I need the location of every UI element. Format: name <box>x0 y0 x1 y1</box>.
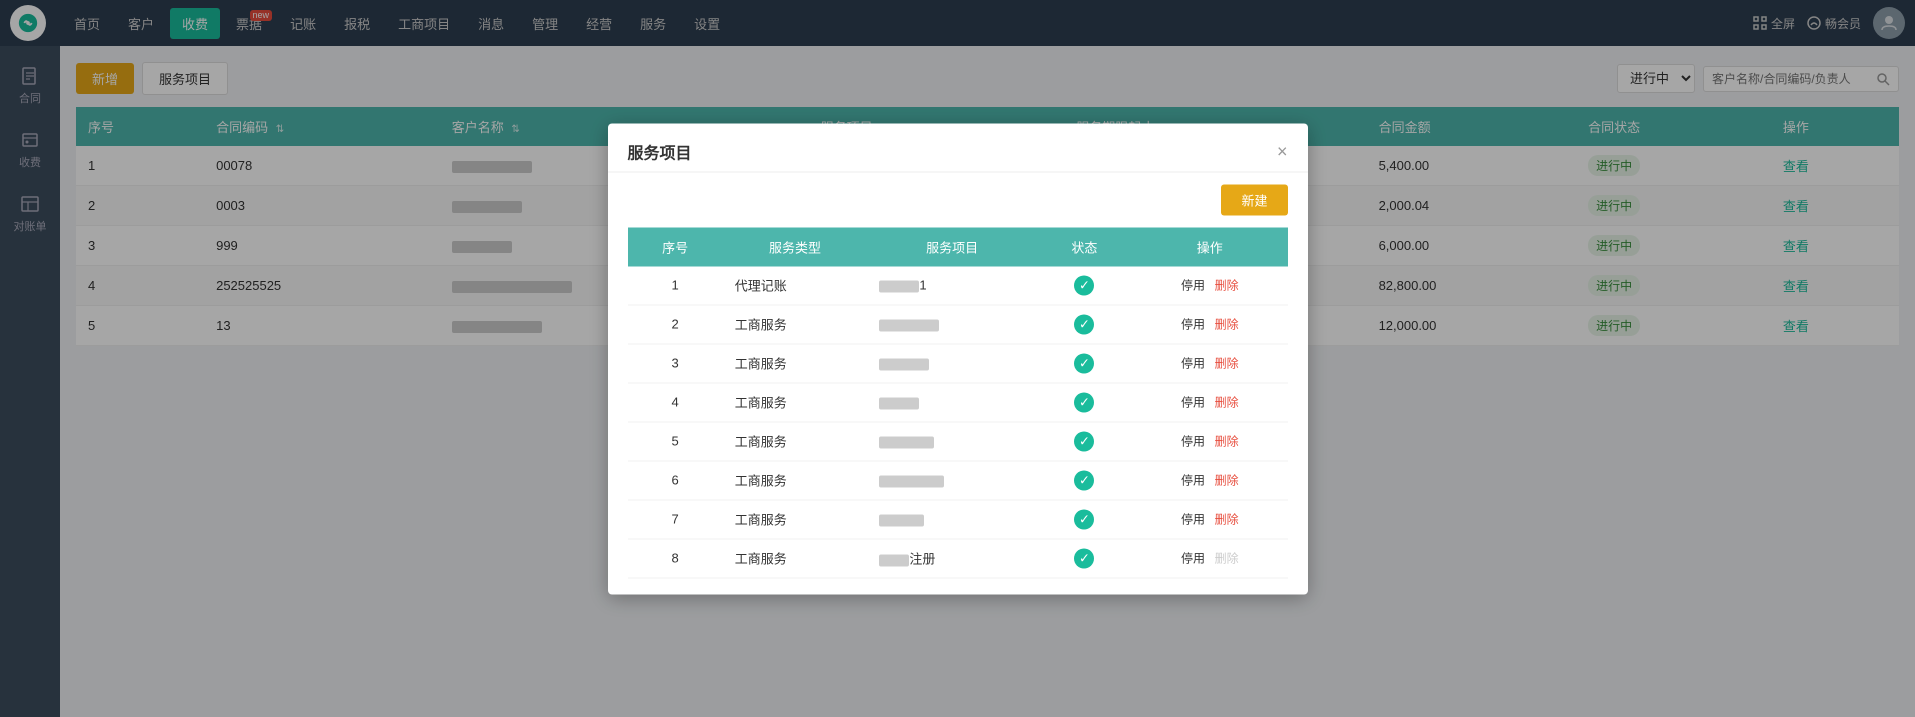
modal-close-button[interactable]: × <box>1277 142 1288 160</box>
modal-cell-seq: 5 <box>628 422 723 461</box>
modal-cell-item: 1 <box>867 266 1036 305</box>
stop-button[interactable]: 停用 <box>1181 511 1205 528</box>
status-check-icon: ✓ <box>1074 509 1094 529</box>
modal-table-wrapper[interactable]: 序号 服务类型 服务项目 状态 操作 1 代理记账 1 ✓ 停用 <box>628 227 1288 578</box>
modal-col-type: 服务类型 <box>723 227 868 266</box>
status-check-icon: ✓ <box>1074 314 1094 334</box>
delete-button[interactable]: 删除 <box>1215 277 1239 294</box>
modal-cell-item <box>867 422 1036 461</box>
modal-table-row: 6 工商服务 ✓ 停用 删除 <box>628 461 1288 500</box>
modal-cell-seq: 1 <box>628 266 723 305</box>
modal-cell-status: ✓ <box>1037 266 1132 305</box>
modal-cell-action: 停用 删除 <box>1132 383 1287 422</box>
modal-cell-action: 停用 删除 <box>1132 500 1287 539</box>
modal-cell-type: 工商服务 <box>723 461 868 500</box>
modal-cell-action: 停用 删除 <box>1132 422 1287 461</box>
delete-button[interactable]: 删除 <box>1215 316 1239 333</box>
delete-button[interactable]: 删除 <box>1215 472 1239 489</box>
status-check-icon: ✓ <box>1074 470 1094 490</box>
modal-header: 服务项目 × <box>608 123 1308 172</box>
stop-button[interactable]: 停用 <box>1181 316 1205 333</box>
modal-cell-status: ✓ <box>1037 500 1132 539</box>
modal-cell-seq: 4 <box>628 383 723 422</box>
status-check-icon: ✓ <box>1074 431 1094 451</box>
delete-button[interactable]: 删除 <box>1215 355 1239 372</box>
modal-cell-status: ✓ <box>1037 344 1132 383</box>
modal-table-row: 1 代理记账 1 ✓ 停用 删除 <box>628 266 1288 305</box>
modal-cell-action: 停用 删除 <box>1132 461 1287 500</box>
delete-button[interactable]: 删除 <box>1215 433 1239 450</box>
modal-table-row: 4 工商服务 ✓ 停用 删除 <box>628 383 1288 422</box>
delete-button[interactable]: 删除 <box>1215 394 1239 411</box>
status-check-icon: ✓ <box>1074 353 1094 373</box>
modal-cell-type: 工商服务 <box>723 539 868 578</box>
modal-cell-status: ✓ <box>1037 461 1132 500</box>
modal-cell-action: 停用 删除 <box>1132 266 1287 305</box>
modal-table-row: 2 工商服务 ✓ 停用 删除 <box>628 305 1288 344</box>
modal-col-status: 状态 <box>1037 227 1132 266</box>
modal-cell-item <box>867 383 1036 422</box>
modal-new-button[interactable]: 新建 <box>1221 184 1287 215</box>
modal-cell-action: 停用 删除 <box>1132 305 1287 344</box>
modal-cell-seq: 2 <box>628 305 723 344</box>
stop-button[interactable]: 停用 <box>1181 355 1205 372</box>
stop-button[interactable]: 停用 <box>1181 394 1205 411</box>
modal-cell-item <box>867 500 1036 539</box>
status-check-icon: ✓ <box>1074 548 1094 568</box>
modal-table-row: 8 工商服务 注册 ✓ 停用 删除 <box>628 539 1288 578</box>
delete-button[interactable]: 删除 <box>1215 511 1239 528</box>
modal-col-item: 服务项目 <box>867 227 1036 266</box>
modal-cell-type: 工商服务 <box>723 344 868 383</box>
stop-button[interactable]: 停用 <box>1181 433 1205 450</box>
stop-button[interactable]: 停用 <box>1181 472 1205 489</box>
status-check-icon: ✓ <box>1074 275 1094 295</box>
modal-cell-type: 工商服务 <box>723 383 868 422</box>
modal-cell-seq: 7 <box>628 500 723 539</box>
stop-button[interactable]: 停用 <box>1181 277 1205 294</box>
delete-button[interactable]: 删除 <box>1215 550 1239 567</box>
stop-button[interactable]: 停用 <box>1181 550 1205 567</box>
modal-cell-type: 代理记账 <box>723 266 868 305</box>
modal-cell-seq: 6 <box>628 461 723 500</box>
modal-cell-item <box>867 461 1036 500</box>
service-items-modal: 服务项目 × 新建 序号 服务类型 服务项目 状态 操作 1 <box>608 123 1308 594</box>
modal-cell-item: 注册 <box>867 539 1036 578</box>
modal-title: 服务项目 <box>628 139 692 163</box>
modal-toolbar: 新建 <box>608 172 1308 227</box>
modal-cell-seq: 8 <box>628 539 723 578</box>
modal-table-row: 5 工商服务 ✓ 停用 删除 <box>628 422 1288 461</box>
modal-table-row: 3 工商服务 ✓ 停用 删除 <box>628 344 1288 383</box>
modal-col-seq: 序号 <box>628 227 723 266</box>
service-items-table: 序号 服务类型 服务项目 状态 操作 1 代理记账 1 ✓ 停用 <box>628 227 1288 578</box>
modal-cell-status: ✓ <box>1037 539 1132 578</box>
modal-body: 序号 服务类型 服务项目 状态 操作 1 代理记账 1 ✓ 停用 <box>608 227 1308 594</box>
modal-cell-action: 停用 删除 <box>1132 539 1287 578</box>
modal-col-action: 操作 <box>1132 227 1287 266</box>
modal-table-row: 7 工商服务 ✓ 停用 删除 <box>628 500 1288 539</box>
modal-cell-item <box>867 344 1036 383</box>
modal-cell-status: ✓ <box>1037 383 1132 422</box>
modal-cell-action: 停用 删除 <box>1132 344 1287 383</box>
modal-cell-status: ✓ <box>1037 305 1132 344</box>
modal-cell-status: ✓ <box>1037 422 1132 461</box>
modal-cell-type: 工商服务 <box>723 305 868 344</box>
modal-cell-item <box>867 305 1036 344</box>
modal-cell-type: 工商服务 <box>723 500 868 539</box>
modal-cell-seq: 3 <box>628 344 723 383</box>
status-check-icon: ✓ <box>1074 392 1094 412</box>
modal-cell-type: 工商服务 <box>723 422 868 461</box>
